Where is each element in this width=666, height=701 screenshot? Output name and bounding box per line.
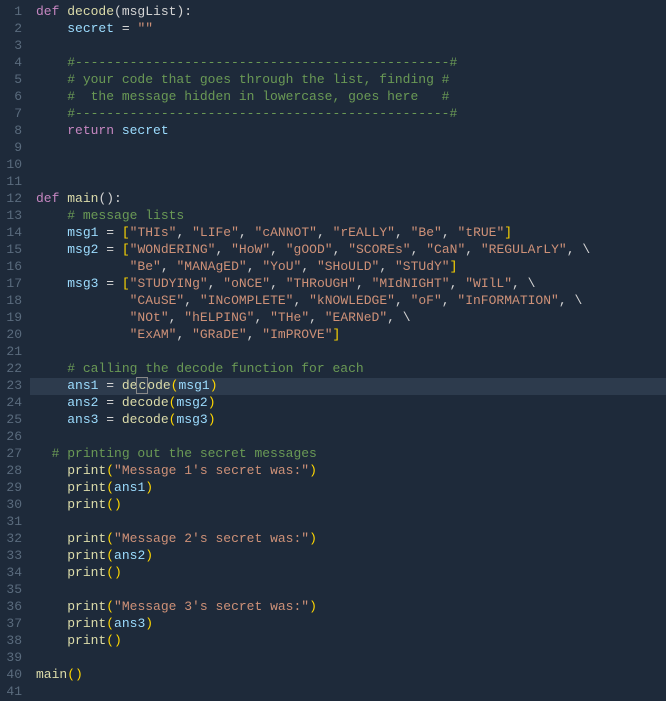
code-line[interactable] bbox=[30, 650, 666, 667]
code-line[interactable] bbox=[30, 684, 666, 701]
line-number: 12 bbox=[4, 191, 22, 208]
code-line[interactable]: #---------------------------------------… bbox=[30, 55, 666, 72]
code-line[interactable]: msg3 = ["STUDYINg", "oNCE", "THRoUGH", "… bbox=[30, 276, 666, 293]
line-number: 20 bbox=[4, 327, 22, 344]
code-line[interactable]: print() bbox=[30, 497, 666, 514]
line-number: 17 bbox=[4, 276, 22, 293]
code-line[interactable]: ans1 = decode(msg1) bbox=[30, 378, 666, 395]
line-number: 22 bbox=[4, 361, 22, 378]
code-line[interactable]: # message lists bbox=[30, 208, 666, 225]
code-line[interactable]: print("Message 1's secret was:") bbox=[30, 463, 666, 480]
code-line[interactable]: print("Message 3's secret was:") bbox=[30, 599, 666, 616]
line-number: 30 bbox=[4, 497, 22, 514]
line-number: 4 bbox=[4, 55, 22, 72]
line-number: 9 bbox=[4, 140, 22, 157]
code-line[interactable]: # your code that goes through the list, … bbox=[30, 72, 666, 89]
code-line[interactable]: return secret bbox=[30, 123, 666, 140]
code-line[interactable] bbox=[30, 38, 666, 55]
line-number: 36 bbox=[4, 599, 22, 616]
line-gutter: 1234567891011121314151617181920212223242… bbox=[0, 0, 30, 700]
code-line[interactable] bbox=[30, 174, 666, 191]
line-number: 1 bbox=[4, 4, 22, 21]
code-area[interactable]: def decode(msgList): secret = "" #------… bbox=[30, 0, 666, 700]
line-number: 6 bbox=[4, 89, 22, 106]
code-line[interactable]: #---------------------------------------… bbox=[30, 106, 666, 123]
line-number: 24 bbox=[4, 395, 22, 412]
line-number: 18 bbox=[4, 293, 22, 310]
code-line[interactable]: print(ans3) bbox=[30, 616, 666, 633]
code-line[interactable]: "NOt", "hELPING", "THe", "EARNeD", \ bbox=[30, 310, 666, 327]
code-line[interactable]: print(ans2) bbox=[30, 548, 666, 565]
line-number: 2 bbox=[4, 21, 22, 38]
code-line[interactable]: "ExAM", "GRaDE", "ImPROVE"] bbox=[30, 327, 666, 344]
line-number: 40 bbox=[4, 667, 22, 684]
line-number: 19 bbox=[4, 310, 22, 327]
code-line[interactable]: def decode(msgList): bbox=[30, 4, 666, 21]
line-number: 23 bbox=[4, 378, 22, 395]
line-number: 11 bbox=[4, 174, 22, 191]
code-line[interactable]: # calling the decode function for each bbox=[30, 361, 666, 378]
code-line[interactable]: def main(): bbox=[30, 191, 666, 208]
code-line[interactable]: "Be", "MANAgED", "YoU", "SHoULD", "STUdY… bbox=[30, 259, 666, 276]
line-number: 34 bbox=[4, 565, 22, 582]
code-line[interactable]: msg1 = ["THIs", "LIFe", "cANNOT", "rEALL… bbox=[30, 225, 666, 242]
line-number: 16 bbox=[4, 259, 22, 276]
line-number: 7 bbox=[4, 106, 22, 123]
line-number: 15 bbox=[4, 242, 22, 259]
code-line[interactable]: print() bbox=[30, 633, 666, 650]
line-number: 13 bbox=[4, 208, 22, 225]
line-number: 29 bbox=[4, 480, 22, 497]
line-number: 14 bbox=[4, 225, 22, 242]
line-number: 37 bbox=[4, 616, 22, 633]
line-number: 33 bbox=[4, 548, 22, 565]
code-line[interactable]: main() bbox=[30, 667, 666, 684]
code-editor: 1234567891011121314151617181920212223242… bbox=[0, 0, 666, 700]
code-line[interactable] bbox=[30, 140, 666, 157]
line-number: 38 bbox=[4, 633, 22, 650]
code-line[interactable]: print() bbox=[30, 565, 666, 582]
code-line[interactable]: # printing out the secret messages bbox=[30, 446, 666, 463]
line-number: 5 bbox=[4, 72, 22, 89]
code-line[interactable]: secret = "" bbox=[30, 21, 666, 38]
code-line[interactable]: "CAuSE", "INcOMPLETE", "kNOWLEDGE", "oF"… bbox=[30, 293, 666, 310]
code-line[interactable] bbox=[30, 429, 666, 446]
code-line[interactable]: print("Message 2's secret was:") bbox=[30, 531, 666, 548]
line-number: 32 bbox=[4, 531, 22, 548]
line-number: 35 bbox=[4, 582, 22, 599]
code-line[interactable] bbox=[30, 344, 666, 361]
line-number: 3 bbox=[4, 38, 22, 55]
code-line[interactable]: ans3 = decode(msg3) bbox=[30, 412, 666, 429]
code-line[interactable]: print(ans1) bbox=[30, 480, 666, 497]
code-line[interactable]: msg2 = ["WONdERING", "HoW", "gOOD", "SCO… bbox=[30, 242, 666, 259]
code-line[interactable]: ans2 = decode(msg2) bbox=[30, 395, 666, 412]
line-number: 28 bbox=[4, 463, 22, 480]
code-line[interactable] bbox=[30, 514, 666, 531]
code-line[interactable]: # the message hidden in lowercase, goes … bbox=[30, 89, 666, 106]
line-number: 31 bbox=[4, 514, 22, 531]
line-number: 41 bbox=[4, 684, 22, 701]
line-number: 21 bbox=[4, 344, 22, 361]
code-line[interactable] bbox=[30, 157, 666, 174]
line-number: 39 bbox=[4, 650, 22, 667]
line-number: 27 bbox=[4, 446, 22, 463]
line-number: 25 bbox=[4, 412, 22, 429]
line-number: 10 bbox=[4, 157, 22, 174]
code-line[interactable] bbox=[30, 582, 666, 599]
line-number: 26 bbox=[4, 429, 22, 446]
line-number: 8 bbox=[4, 123, 22, 140]
